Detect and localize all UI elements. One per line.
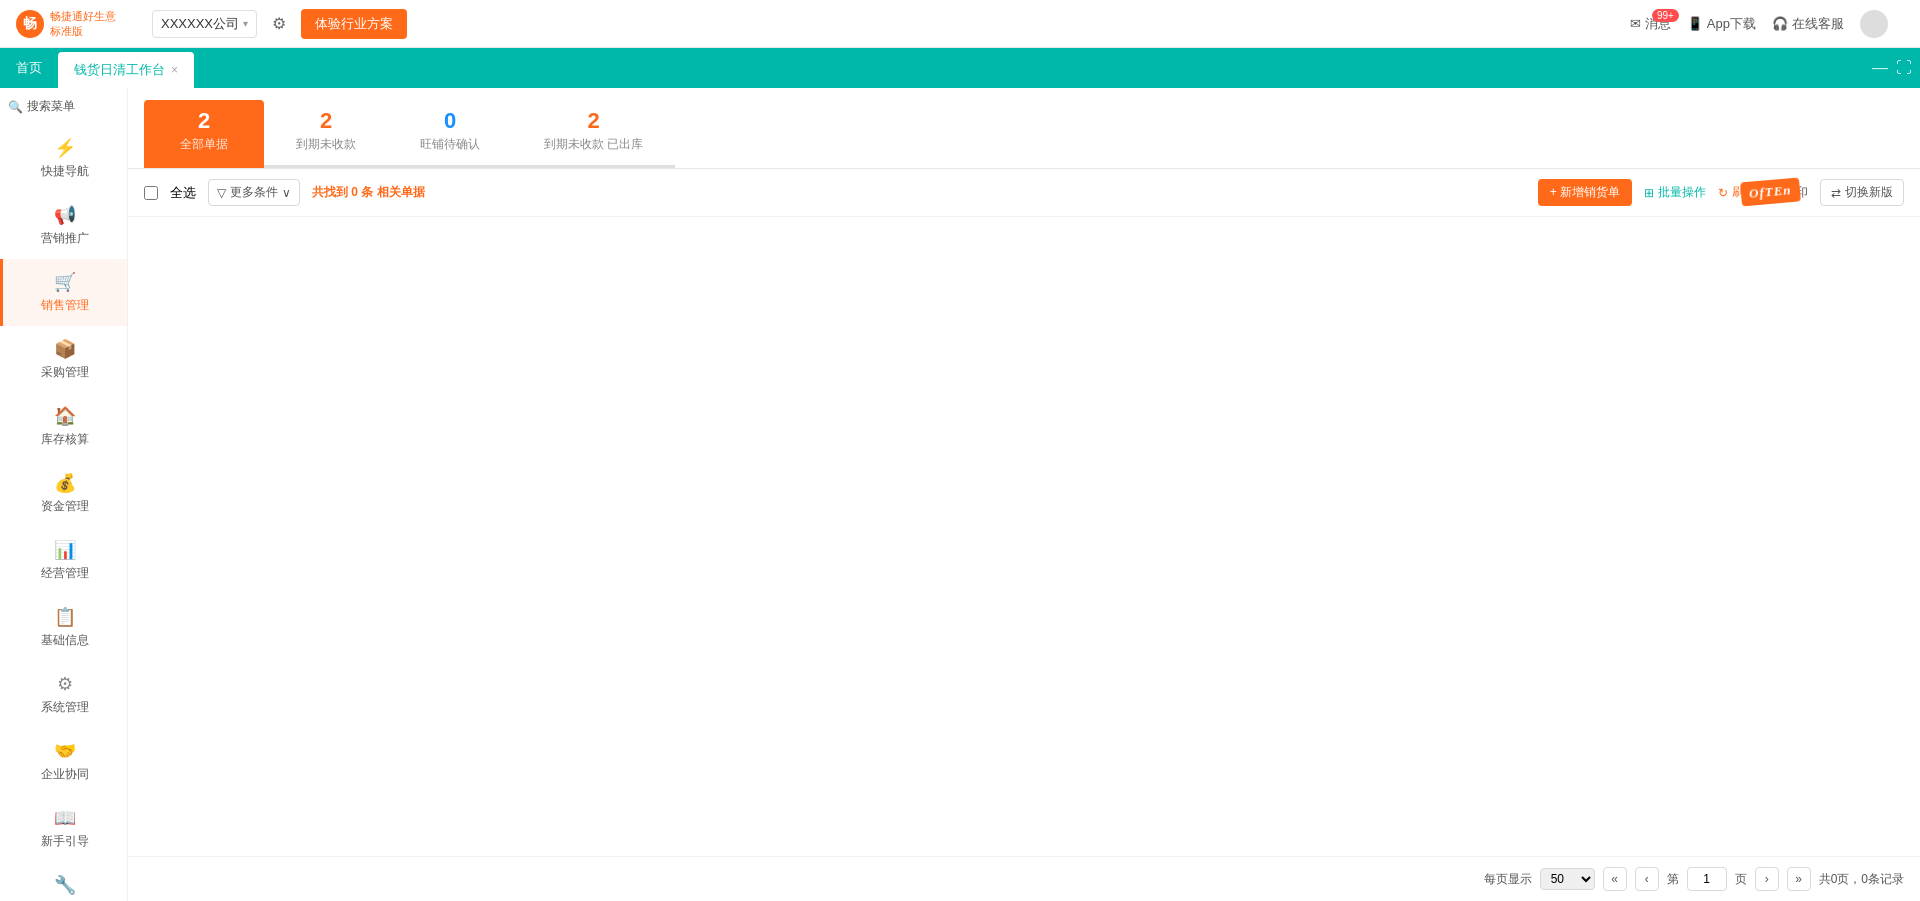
company-selector[interactable]: XXXXXX公司 ▾: [152, 10, 257, 38]
sidebar-item-purchase[interactable]: 📦 采购管理: [0, 326, 127, 393]
stat-num-wangpu: 0: [444, 108, 456, 134]
nav-tab-close-icon[interactable]: ×: [171, 63, 178, 77]
sidebar-item-basic-info[interactable]: 📋 基础信息: [0, 594, 127, 661]
select-all-label: 全选: [170, 184, 196, 202]
finance-icon: 💰: [54, 472, 76, 494]
guide-icon: 📖: [54, 807, 76, 829]
operations-icon: 📊: [54, 539, 76, 561]
sidebar-item-inventory[interactable]: 🏠 库存核算: [0, 393, 127, 460]
next-page-button[interactable]: ›: [1755, 867, 1779, 891]
app-center-icon: 🔧: [54, 874, 76, 896]
sidebar: 🔍 搜索菜单 ⚡ 快捷导航 📢 营销推广 🛒 销售管理 📦 采购管理 🏠 库存核…: [0, 88, 128, 901]
stat-label-overdue: 到期未收款: [296, 136, 356, 153]
switch-version-button[interactable]: ⇄ 切换新版: [1820, 179, 1904, 206]
stat-num-overdue: 2: [320, 108, 332, 134]
sidebar-item-enterprise[interactable]: 🤝 企业协同: [0, 728, 127, 795]
header-right: ✉ 消息 99+ 📱 App下载 🎧 在线客服: [1630, 10, 1904, 38]
batch-icon: ⊞: [1644, 186, 1654, 200]
stat-tab-wangpu[interactable]: 0 旺铺待确认: [388, 100, 512, 168]
prev-page-button[interactable]: ‹: [1635, 867, 1659, 891]
sidebar-search[interactable]: 🔍 搜索菜单: [0, 88, 127, 125]
stat-num-shipped: 2: [588, 108, 600, 134]
nav-expand-icon[interactable]: ⛶: [1896, 59, 1912, 77]
message-icon: ✉: [1630, 16, 1641, 31]
quick-nav-icon: ⚡: [54, 137, 76, 159]
online-service-button[interactable]: 🎧 在线客服: [1772, 15, 1844, 33]
search-icon: 🔍: [8, 100, 23, 114]
filter-chevron: ∨: [282, 186, 291, 200]
purchase-icon: 📦: [54, 338, 76, 360]
stat-label-all: 全部单据: [180, 136, 228, 153]
stats-tabs: 2 全部单据 2 到期未收款 0 旺铺待确认 2 到期未收款 已出库: [128, 88, 1920, 169]
first-page-button[interactable]: «: [1603, 867, 1627, 891]
system-icon: ⚙: [57, 673, 73, 695]
page-number-input[interactable]: [1687, 867, 1727, 891]
logo-text: 畅捷通好生意 标准版: [50, 9, 116, 38]
basic-info-icon: 📋: [54, 606, 76, 628]
switch-icon: ⇄: [1831, 186, 1841, 200]
page-summary: 共0页，0条记录: [1819, 871, 1904, 888]
stat-num-all: 2: [198, 108, 210, 134]
sidebar-item-sales[interactable]: 🛒 销售管理: [0, 259, 127, 326]
toolbar-right: + 新增销货单 ⊞ 批量操作 ↻ 刷新 🖨 打印 ⇄ 切换新版: [1538, 179, 1904, 206]
nav-tab-active[interactable]: 钱货日清工作台 ×: [58, 52, 194, 88]
download-icon: 📱: [1687, 16, 1703, 31]
page-label: 第: [1667, 871, 1679, 888]
stat-label-shipped: 到期未收款 已出库: [544, 136, 643, 153]
batch-action-button[interactable]: ⊞ 批量操作: [1644, 184, 1706, 201]
main-layout: 🔍 搜索菜单 ⚡ 快捷导航 📢 营销推广 🛒 销售管理 📦 采购管理 🏠 库存核…: [0, 88, 1920, 901]
sidebar-item-guide[interactable]: 📖 新手引导: [0, 795, 127, 862]
logo-icon: 畅: [16, 10, 44, 38]
toolbar: 全选 ▽ 更多条件 ∨ 共找到 0 条 相关单据 + 新增销货单 ⊞ 批量操作 …: [128, 169, 1920, 217]
filter-icon: ▽: [217, 186, 226, 200]
sidebar-item-system[interactable]: ⚙ 系统管理: [0, 661, 127, 728]
table-area: [128, 217, 1920, 856]
sales-icon: 🛒: [54, 271, 76, 293]
new-sales-order-button[interactable]: + 新增销货单: [1538, 179, 1632, 206]
often-badge: OfTEn: [1741, 177, 1801, 206]
last-page-button[interactable]: »: [1787, 867, 1811, 891]
service-icon: 🎧: [1772, 16, 1788, 31]
per-page-select[interactable]: 50 100: [1540, 868, 1595, 890]
inventory-icon: 🏠: [54, 405, 76, 427]
sidebar-item-app-center[interactable]: 🔧 应用中心: [0, 862, 127, 901]
enterprise-icon: 🤝: [54, 740, 76, 762]
app-download-button[interactable]: 📱 App下载: [1687, 15, 1756, 33]
trial-button[interactable]: 体验行业方案: [301, 9, 407, 39]
top-header: 畅 畅捷通好生意 标准版 XXXXXX公司 ▾ ⚙ 体验行业方案 ✉ 消息 99…: [0, 0, 1920, 48]
marketing-icon: 📢: [54, 204, 76, 226]
sidebar-item-marketing[interactable]: 📢 营销推广: [0, 192, 127, 259]
sidebar-item-quick-nav[interactable]: ⚡ 快捷导航: [0, 125, 127, 192]
logo-area: 畅 畅捷通好生意 标准版: [16, 9, 144, 38]
message-badge: 99+: [1652, 9, 1679, 22]
pagination: 每页显示 50 100 « ‹ 第 页 › » 共0页，0条记录: [128, 856, 1920, 901]
nav-minimize-icon[interactable]: —: [1872, 59, 1888, 77]
chevron-down-icon: ▾: [243, 18, 248, 29]
avatar[interactable]: [1860, 10, 1888, 38]
sidebar-item-operations[interactable]: 📊 经营管理: [0, 527, 127, 594]
content-area: 2 全部单据 2 到期未收款 0 旺铺待确认 2 到期未收款 已出库 全选 ▽ …: [128, 88, 1920, 901]
filter-button[interactable]: ▽ 更多条件 ∨: [208, 179, 300, 206]
sidebar-item-finance[interactable]: 💰 资金管理: [0, 460, 127, 527]
stat-tab-shipped[interactable]: 2 到期未收款 已出库: [512, 100, 675, 168]
stat-tab-overdue[interactable]: 2 到期未收款: [264, 100, 388, 168]
count-text: 共找到 0 条 相关单据: [312, 184, 425, 201]
nav-tabs: 首页 钱货日清工作台 × — ⛶: [0, 48, 1920, 88]
nav-tab-home[interactable]: 首页: [0, 48, 58, 88]
company-name: XXXXXX公司: [161, 15, 239, 33]
refresh-icon: ↻: [1718, 186, 1728, 200]
settings-icon[interactable]: ⚙: [265, 10, 293, 38]
stat-tab-all[interactable]: 2 全部单据: [144, 100, 264, 168]
message-button[interactable]: ✉ 消息 99+: [1630, 15, 1671, 33]
select-all-checkbox[interactable]: [144, 186, 158, 200]
stat-label-wangpu: 旺铺待确认: [420, 136, 480, 153]
nav-actions: — ⛶: [1872, 59, 1920, 77]
page-end-label: 页: [1735, 871, 1747, 888]
header-left: 畅 畅捷通好生意 标准版 XXXXXX公司 ▾ ⚙ 体验行业方案: [16, 9, 407, 39]
per-page-label: 每页显示: [1484, 871, 1532, 888]
